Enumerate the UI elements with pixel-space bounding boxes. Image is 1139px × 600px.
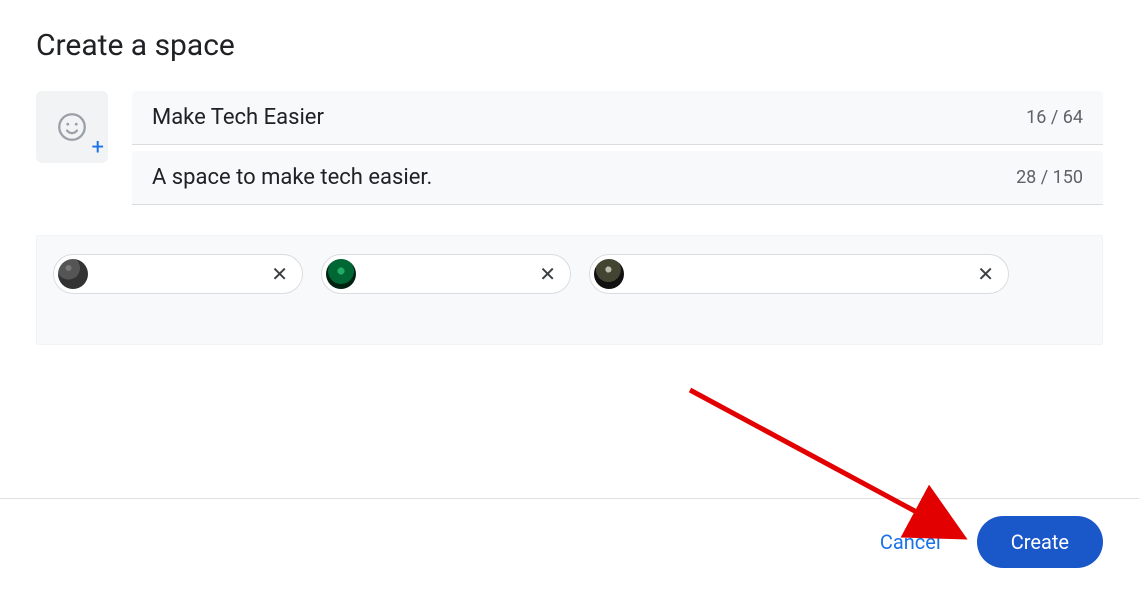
- name-row: + 16 / 64 28 / 150: [36, 91, 1103, 211]
- space-name-input[interactable]: [152, 105, 1014, 130]
- avatar: [326, 259, 356, 289]
- space-name-counter: 16 / 64: [1014, 107, 1083, 128]
- people-picker[interactable]: ✕ ✕ ✕: [36, 235, 1103, 345]
- avatar: [594, 259, 624, 289]
- fields-column: 16 / 64 28 / 150: [132, 91, 1103, 211]
- person-chip[interactable]: ✕: [53, 254, 303, 294]
- plus-icon: +: [92, 137, 104, 159]
- dialog-title: Create a space: [36, 28, 1103, 63]
- person-chip[interactable]: ✕: [321, 254, 571, 294]
- space-description-input[interactable]: [152, 165, 1004, 190]
- smiley-icon: [55, 110, 89, 144]
- avatar: [58, 259, 88, 289]
- space-description-counter: 28 / 150: [1004, 167, 1083, 188]
- cancel-button[interactable]: Cancel: [872, 520, 949, 564]
- close-icon[interactable]: ✕: [535, 264, 560, 284]
- space-description-field: 28 / 150: [132, 151, 1103, 205]
- create-button[interactable]: Create: [977, 516, 1103, 568]
- emoji-picker-button[interactable]: +: [36, 91, 108, 163]
- dialog-footer: Cancel Create: [872, 516, 1103, 568]
- footer-divider: [0, 498, 1139, 499]
- close-icon[interactable]: ✕: [267, 264, 292, 284]
- close-icon[interactable]: ✕: [973, 264, 998, 284]
- space-name-field: 16 / 64: [132, 91, 1103, 145]
- create-space-dialog: Create a space + 16 / 64 28 / 150: [0, 0, 1139, 345]
- person-chip[interactable]: ✕: [589, 254, 1009, 294]
